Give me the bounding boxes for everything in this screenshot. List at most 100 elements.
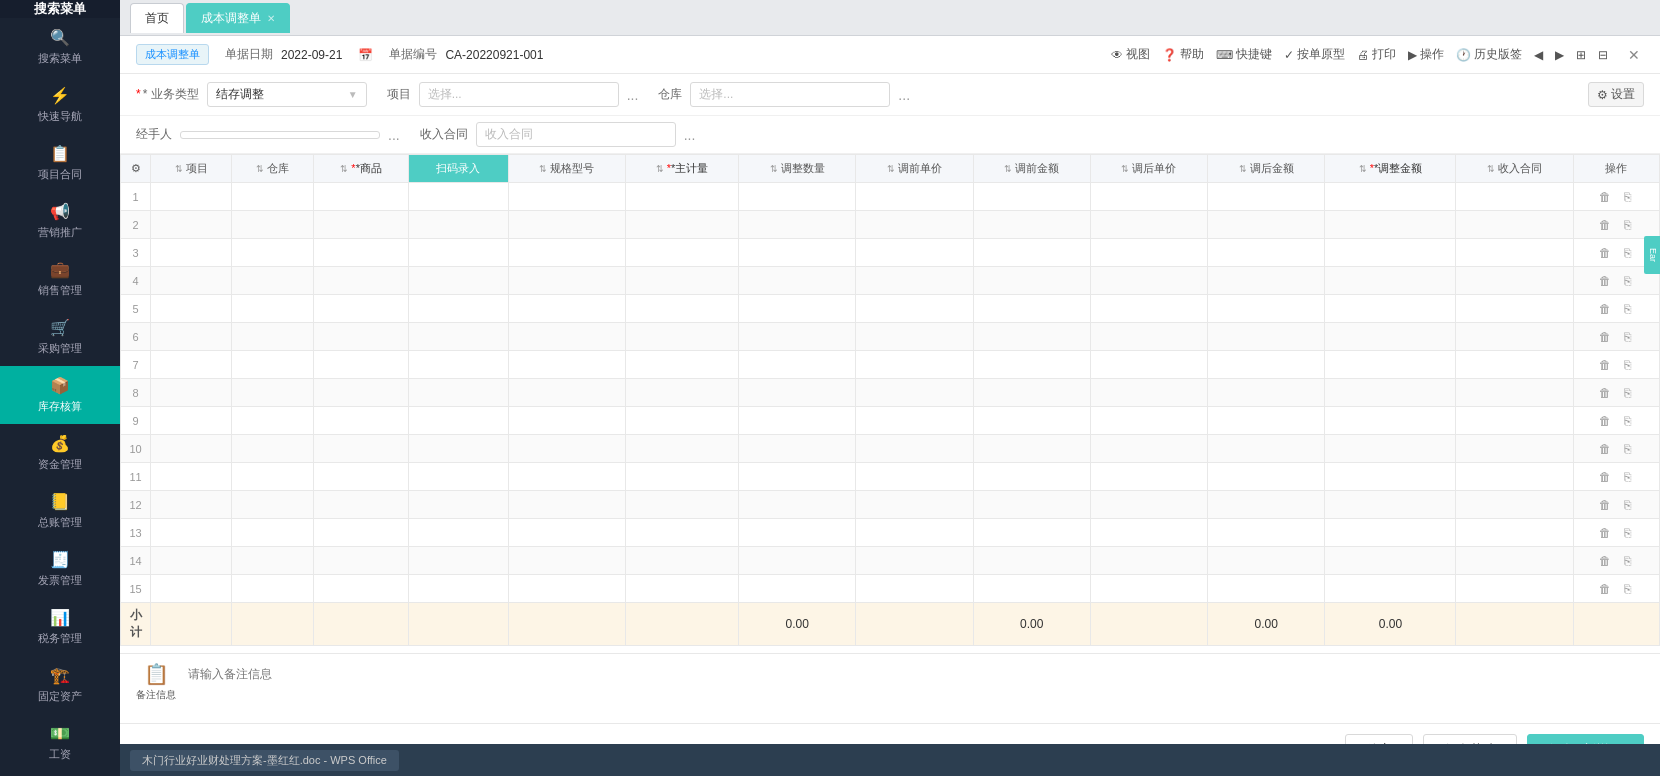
cell-before-amount[interactable] xyxy=(973,407,1090,435)
cell-warehouse[interactable] xyxy=(232,351,313,379)
operate-action[interactable]: ▶ 操作 xyxy=(1408,46,1444,63)
delete-row-button[interactable]: 🗑 xyxy=(1596,496,1614,514)
cell-scan[interactable] xyxy=(409,239,508,267)
cell-before-price[interactable] xyxy=(856,491,973,519)
cell-scan[interactable] xyxy=(409,379,508,407)
cell-project[interactable] xyxy=(151,211,232,239)
cell-warehouse[interactable] xyxy=(232,211,313,239)
cell-income-contract[interactable] xyxy=(1456,267,1573,295)
copy-row-button[interactable]: ⎘ xyxy=(1618,440,1636,458)
cell-after-amount[interactable] xyxy=(1208,407,1325,435)
cell-before-amount[interactable] xyxy=(973,463,1090,491)
delete-row-button[interactable]: 🗑 xyxy=(1596,244,1614,262)
cell-after-amount[interactable] xyxy=(1208,239,1325,267)
cell-project[interactable] xyxy=(151,267,232,295)
cell-project[interactable] xyxy=(151,519,232,547)
cell-before-price[interactable] xyxy=(856,379,973,407)
cell-income-contract[interactable] xyxy=(1456,323,1573,351)
cell-adjust-amount[interactable] xyxy=(1325,351,1456,379)
settings-button[interactable]: ⚙ 设置 xyxy=(1588,82,1644,107)
handler-input[interactable] xyxy=(180,131,380,139)
cell-after-price[interactable] xyxy=(1090,379,1207,407)
cell-product[interactable] xyxy=(313,547,408,575)
cell-spec[interactable] xyxy=(508,407,625,435)
cell-adjust-amount[interactable] xyxy=(1325,379,1456,407)
sidebar-item-purchase[interactable]: 🛒 采购管理 xyxy=(0,308,120,366)
cell-scan[interactable] xyxy=(409,547,508,575)
cell-before-amount[interactable] xyxy=(973,379,1090,407)
project-select[interactable]: 选择... xyxy=(419,82,619,107)
delete-row-button[interactable]: 🗑 xyxy=(1596,524,1614,542)
cell-qty[interactable] xyxy=(739,435,856,463)
copy-row-button[interactable]: ⎘ xyxy=(1618,300,1636,318)
cell-project[interactable] xyxy=(151,323,232,351)
cell-qty[interactable] xyxy=(739,491,856,519)
cell-qty[interactable] xyxy=(739,239,856,267)
sidebar-item-inventory[interactable]: 📦 库存核算 xyxy=(0,366,120,424)
sidebar-item-search[interactable]: 🔍 搜索菜单 xyxy=(0,18,120,76)
cell-project[interactable] xyxy=(151,295,232,323)
cell-before-amount[interactable] xyxy=(973,575,1090,603)
cell-before-amount[interactable] xyxy=(973,519,1090,547)
cell-warehouse[interactable] xyxy=(232,379,313,407)
cell-scan[interactable] xyxy=(409,323,508,351)
cell-before-amount[interactable] xyxy=(973,267,1090,295)
delete-row-button[interactable]: 🗑 xyxy=(1596,440,1614,458)
cell-income-contract[interactable] xyxy=(1456,211,1573,239)
cell-product[interactable] xyxy=(313,351,408,379)
delete-row-button[interactable]: 🗑 xyxy=(1596,300,1614,318)
copy-row-button[interactable]: ⎘ xyxy=(1618,412,1636,430)
cell-warehouse[interactable] xyxy=(232,491,313,519)
cell-after-amount[interactable] xyxy=(1208,267,1325,295)
sidebar-item-quicknav[interactable]: ⚡ 快速导航 xyxy=(0,76,120,134)
copy-row-button[interactable]: ⎘ xyxy=(1618,468,1636,486)
taskbar-item[interactable]: 木门行业好业财处理方案-墨红红.doc - WPS Office xyxy=(130,750,399,771)
cell-after-price[interactable] xyxy=(1090,323,1207,351)
cell-adjust-amount[interactable] xyxy=(1325,239,1456,267)
delete-row-button[interactable]: 🗑 xyxy=(1596,328,1614,346)
cell-spec[interactable] xyxy=(508,267,625,295)
cell-after-amount[interactable] xyxy=(1208,351,1325,379)
cell-unit[interactable] xyxy=(625,519,738,547)
delete-row-button[interactable]: 🗑 xyxy=(1596,356,1614,374)
cell-scan[interactable] xyxy=(409,491,508,519)
print-action[interactable]: 🖨 打印 xyxy=(1357,46,1396,63)
cell-product[interactable] xyxy=(313,519,408,547)
delete-row-button[interactable]: 🗑 xyxy=(1596,580,1614,598)
tab-cost-adjust[interactable]: 成本调整单 ✕ xyxy=(186,3,290,33)
cell-before-amount[interactable] xyxy=(973,491,1090,519)
delete-row-button[interactable]: 🗑 xyxy=(1596,552,1614,570)
cell-unit[interactable] xyxy=(625,211,738,239)
cell-product[interactable] xyxy=(313,491,408,519)
cell-warehouse[interactable] xyxy=(232,295,313,323)
tab-home[interactable]: 首页 xyxy=(130,3,184,33)
cell-unit[interactable] xyxy=(625,323,738,351)
cell-after-amount[interactable] xyxy=(1208,519,1325,547)
cell-after-amount[interactable] xyxy=(1208,547,1325,575)
cell-scan[interactable] xyxy=(409,519,508,547)
copy-row-button[interactable]: ⎘ xyxy=(1618,524,1636,542)
history-action[interactable]: 🕐 历史版签 xyxy=(1456,46,1522,63)
cell-unit[interactable] xyxy=(625,295,738,323)
cell-spec[interactable] xyxy=(508,463,625,491)
cell-before-price[interactable] xyxy=(856,575,973,603)
cell-income-contract[interactable] xyxy=(1456,351,1573,379)
cell-before-price[interactable] xyxy=(856,295,973,323)
cell-before-amount[interactable] xyxy=(973,547,1090,575)
copy-row-button[interactable]: ⎘ xyxy=(1618,580,1636,598)
cell-spec[interactable] xyxy=(508,547,625,575)
cell-after-amount[interactable] xyxy=(1208,295,1325,323)
cell-product[interactable] xyxy=(313,435,408,463)
cell-spec[interactable] xyxy=(508,211,625,239)
cell-warehouse[interactable] xyxy=(232,407,313,435)
sidebar-logo[interactable]: 搜索菜单 xyxy=(0,0,120,18)
cell-product[interactable] xyxy=(313,379,408,407)
cell-unit[interactable] xyxy=(625,463,738,491)
cell-scan[interactable] xyxy=(409,407,508,435)
collapse-icon[interactable]: ⊟ xyxy=(1598,48,1608,62)
cell-qty[interactable] xyxy=(739,547,856,575)
cell-scan[interactable] xyxy=(409,267,508,295)
cell-income-contract[interactable] xyxy=(1456,239,1573,267)
cell-after-price[interactable] xyxy=(1090,211,1207,239)
sidebar-item-ops[interactable]: 📈 经营管理 xyxy=(0,772,120,776)
